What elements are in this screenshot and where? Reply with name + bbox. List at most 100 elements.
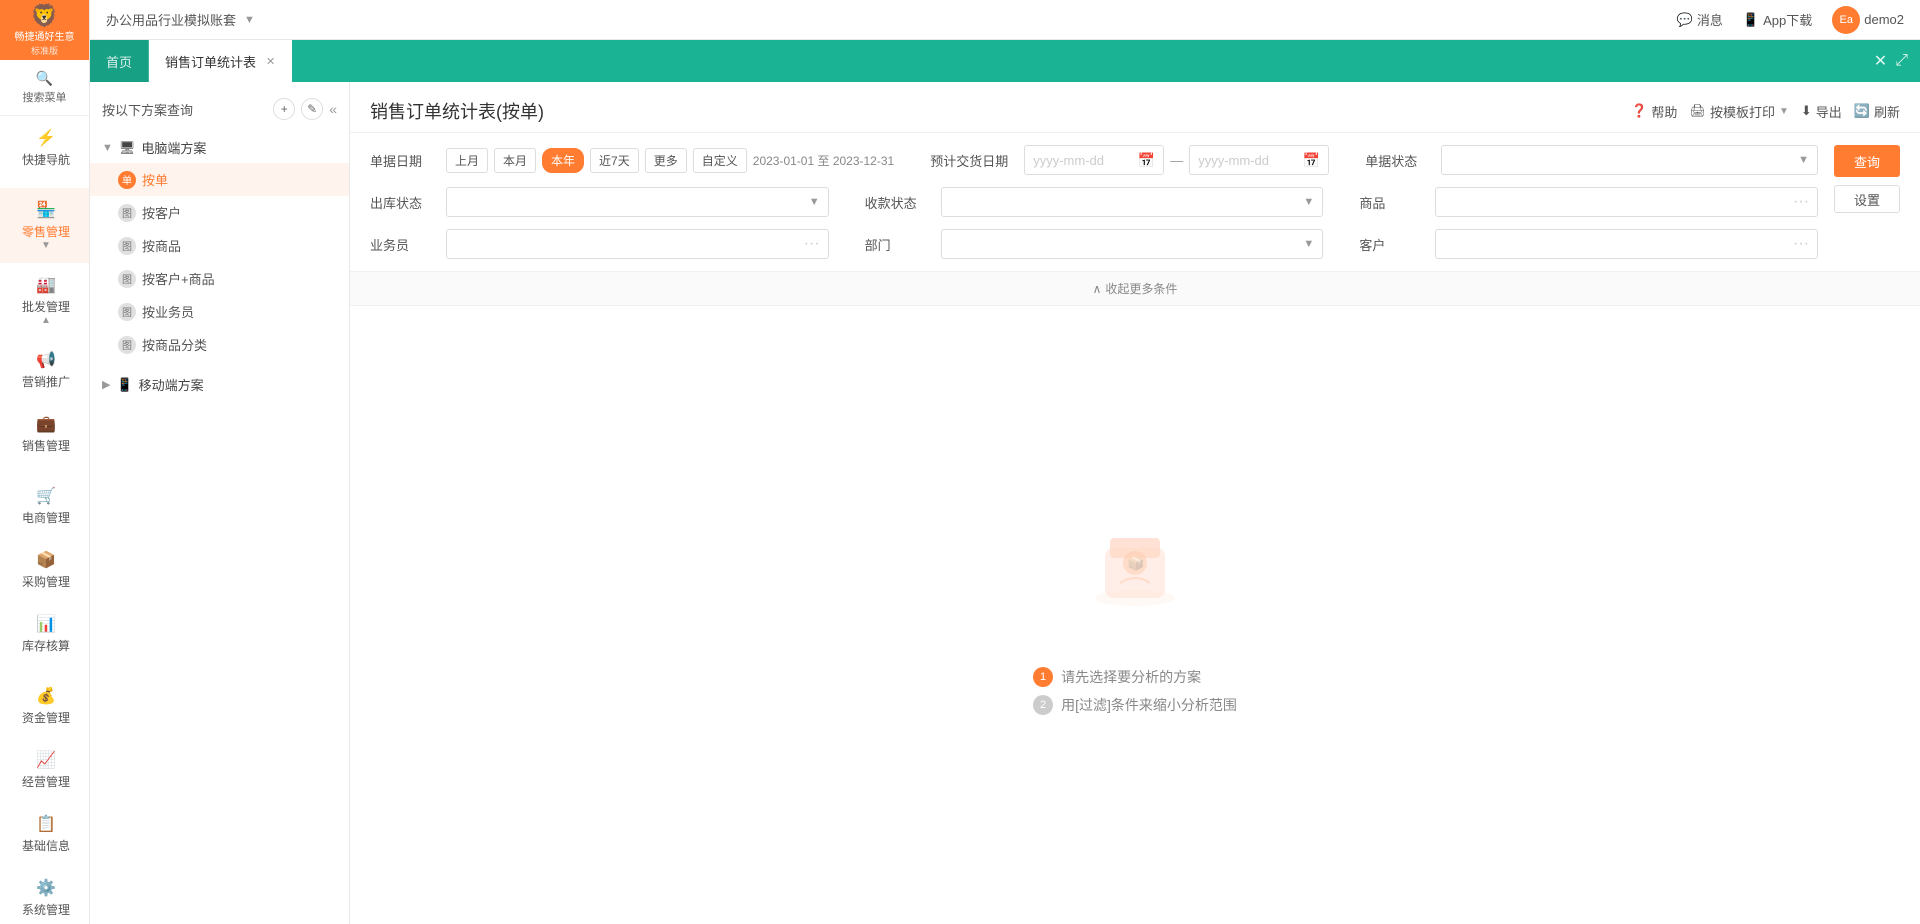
sidebar-item-basic-info[interactable]: 📋 基础信息: [0, 802, 89, 866]
salesperson-label: 业务员: [370, 235, 430, 254]
tree-child-by-product[interactable]: 图 按商品: [90, 229, 349, 262]
lp-add-btn[interactable]: +: [273, 98, 295, 120]
sidebar-item-operations[interactable]: 📈 经营管理: [0, 738, 89, 802]
wholesale-arrow: ▲: [41, 315, 51, 326]
main-content: 办公用品行业模拟账套 ▼ 💬 消息 📱 App下载 Ea demo2 首页: [90, 0, 1920, 924]
sidebar-item-wholesale[interactable]: 🏭 批发管理 ▲: [0, 263, 89, 338]
message-label: 消息: [1697, 10, 1723, 29]
step1-text: 请先选择要分析的方案: [1061, 667, 1201, 687]
date-separator: —: [1170, 153, 1183, 168]
sidebar-item-purchase[interactable]: 📦 采购管理: [0, 538, 89, 602]
tree-child-by-customer[interactable]: 图 按客户: [90, 196, 349, 229]
tree-child-by-category[interactable]: 图 按商品分类: [90, 328, 349, 361]
date-to-placeholder: yyyy-mm-dd: [1198, 153, 1303, 168]
out-status-select[interactable]: ▼: [446, 187, 829, 217]
tree-parent-mobile[interactable]: ▶ 📱 移动端方案: [90, 369, 349, 400]
date-from-calendar-icon: 📅: [1138, 152, 1155, 169]
product-label: 商品: [1359, 193, 1419, 212]
doc-status-select[interactable]: ▼: [1441, 145, 1818, 175]
step2-num: 2: [1033, 695, 1053, 715]
lp-collapse-btn[interactable]: «: [329, 101, 337, 117]
date-btn-this-year[interactable]: 本年: [542, 148, 584, 173]
tree-child-by-order[interactable]: 单 按单: [90, 163, 349, 196]
sidebar-item-quick-nav[interactable]: ⚡ 快捷导航: [0, 116, 89, 180]
quick-nav-label: 快捷导航: [22, 151, 70, 168]
header-left: 办公用品行业模拟账套 ▼: [106, 10, 255, 29]
collection-status-select[interactable]: ▼: [941, 187, 1324, 217]
sidebar-item-ecommerce[interactable]: 🛒 电商管理: [0, 474, 89, 538]
customer-dots[interactable]: ···: [1793, 235, 1809, 253]
user-info[interactable]: Ea demo2: [1832, 6, 1904, 34]
sidebar-item-retail[interactable]: 🏪 零售管理 ▼: [0, 188, 89, 263]
folder-icon-mobile: 📱: [116, 377, 132, 393]
tab-close-btn[interactable]: ✕: [266, 55, 275, 68]
tab-home[interactable]: 首页: [90, 40, 149, 82]
expected-delivery-label: 预计交货日期: [930, 151, 1008, 170]
date-to-input[interactable]: yyyy-mm-dd 📅: [1189, 145, 1329, 175]
sidebar-item-inventory[interactable]: 📊 库存核算: [0, 602, 89, 666]
page-title-bar: 销售订单统计表(按单) ❓ 帮助 🖨 按模板打印 ▼ ⬇ 导出: [350, 82, 1920, 133]
settings-btn[interactable]: 设置: [1834, 185, 1900, 213]
right-content: 销售订单统计表(按单) ❓ 帮助 🖨 按模板打印 ▼ ⬇ 导出: [350, 82, 1920, 924]
add-icon: +: [281, 102, 288, 116]
tab-close-all-btn[interactable]: ✕: [1874, 51, 1887, 71]
date-btn-more[interactable]: 更多: [645, 148, 687, 173]
empty-steps: 1 请先选择要分析的方案 2 用[过滤]条件来缩小分析范围: [1033, 667, 1237, 723]
query-btn[interactable]: 查询: [1834, 145, 1900, 177]
tree-child-by-salesperson-label: 按业务员: [142, 302, 194, 321]
department-select[interactable]: ▼: [941, 229, 1324, 259]
salesperson-dots[interactable]: ···: [804, 235, 820, 253]
sidebar-item-marketing[interactable]: 📢 营销推广: [0, 338, 89, 402]
product-dots[interactable]: ···: [1793, 193, 1809, 211]
tab-sales-stats[interactable]: 销售订单统计表 ✕: [149, 40, 292, 82]
tree-child-by-customer-product[interactable]: 图 按客户+商品: [90, 262, 349, 295]
finance-icon: 💰: [36, 686, 56, 706]
app-download-btn[interactable]: 📱 App下载: [1743, 10, 1812, 29]
expand-icon-mobile: ▶: [102, 378, 110, 391]
purchase-icon: 📦: [36, 550, 56, 570]
sidebar-item-finance[interactable]: 💰 资金管理: [0, 674, 89, 738]
left-panel-header-label: 按以下方案查询: [102, 100, 193, 119]
step2-text: 用[过滤]条件来缩小分析范围: [1061, 695, 1237, 715]
tab-bar: 首页 销售订单统计表 ✕ ✕ ⤢: [90, 40, 1920, 82]
collection-status-arrow: ▼: [1303, 196, 1314, 208]
sidebar-search[interactable]: 🔍 搜索菜单: [0, 60, 89, 116]
lp-edit-btn[interactable]: ✎: [301, 98, 323, 120]
collapse-bar[interactable]: ∧ 收起更多条件: [350, 272, 1920, 306]
filter-row-1: 单据日期 上月 本月 本年 近7天 更多 自定义 2023-01-01 至 20…: [370, 145, 1818, 175]
date-btn-this-month[interactable]: 本月: [494, 148, 536, 173]
date-btn-7days[interactable]: 近7天: [590, 148, 639, 173]
date-from-input[interactable]: yyyy-mm-dd 📅: [1024, 145, 1164, 175]
retail-arrow: ▼: [41, 240, 51, 251]
left-panel-actions: + ✎ «: [273, 98, 337, 120]
tree-child-by-salesperson[interactable]: 图 按业务员: [90, 295, 349, 328]
date-btn-last-month[interactable]: 上月: [446, 148, 488, 173]
print-btn[interactable]: 🖨 按模板打印 ▼: [1689, 102, 1788, 121]
tree-parent-desktop[interactable]: ▼ 🖥 电脑端方案: [90, 132, 349, 163]
message-btn[interactable]: 💬 消息: [1677, 10, 1723, 29]
export-btn[interactable]: ⬇ 导出: [1801, 102, 1842, 121]
collection-status-label: 收款状态: [865, 193, 925, 212]
filter-row-3: 业务员 ··· 部门 ▼ 客户: [370, 229, 1818, 259]
basic-info-label: 基础信息: [22, 837, 70, 854]
date-label: 单据日期: [370, 151, 430, 170]
svg-text:📦: 📦: [1127, 555, 1144, 572]
collapse-icon: ∧: [1093, 282, 1102, 296]
sidebar-item-sales[interactable]: 💼 销售管理: [0, 402, 89, 466]
product-select[interactable]: ···: [1435, 187, 1818, 217]
system-label: 系统管理: [22, 901, 70, 918]
filter-area: 单据日期 上月 本月 本年 近7天 更多 自定义 2023-01-01 至 20…: [350, 133, 1920, 272]
edit-icon: ✎: [307, 102, 317, 116]
ecommerce-label: 电商管理: [22, 509, 70, 526]
salesperson-select[interactable]: ···: [446, 229, 829, 259]
tab-expand-btn[interactable]: ⤢: [1895, 52, 1908, 70]
sidebar-item-system[interactable]: ⚙️ 系统管理: [0, 866, 89, 924]
help-btn[interactable]: ❓ 帮助: [1631, 102, 1677, 121]
out-status-label: 出库状态: [370, 193, 430, 212]
breadcrumb-arrow[interactable]: ▼: [244, 14, 255, 26]
customer-select[interactable]: ···: [1435, 229, 1818, 259]
tree-child-by-category-label: 按商品分类: [142, 335, 207, 354]
date-btn-custom[interactable]: 自定义: [693, 148, 747, 173]
customer-label: 客户: [1359, 235, 1419, 254]
refresh-btn[interactable]: 🔄 刷新: [1854, 102, 1900, 121]
